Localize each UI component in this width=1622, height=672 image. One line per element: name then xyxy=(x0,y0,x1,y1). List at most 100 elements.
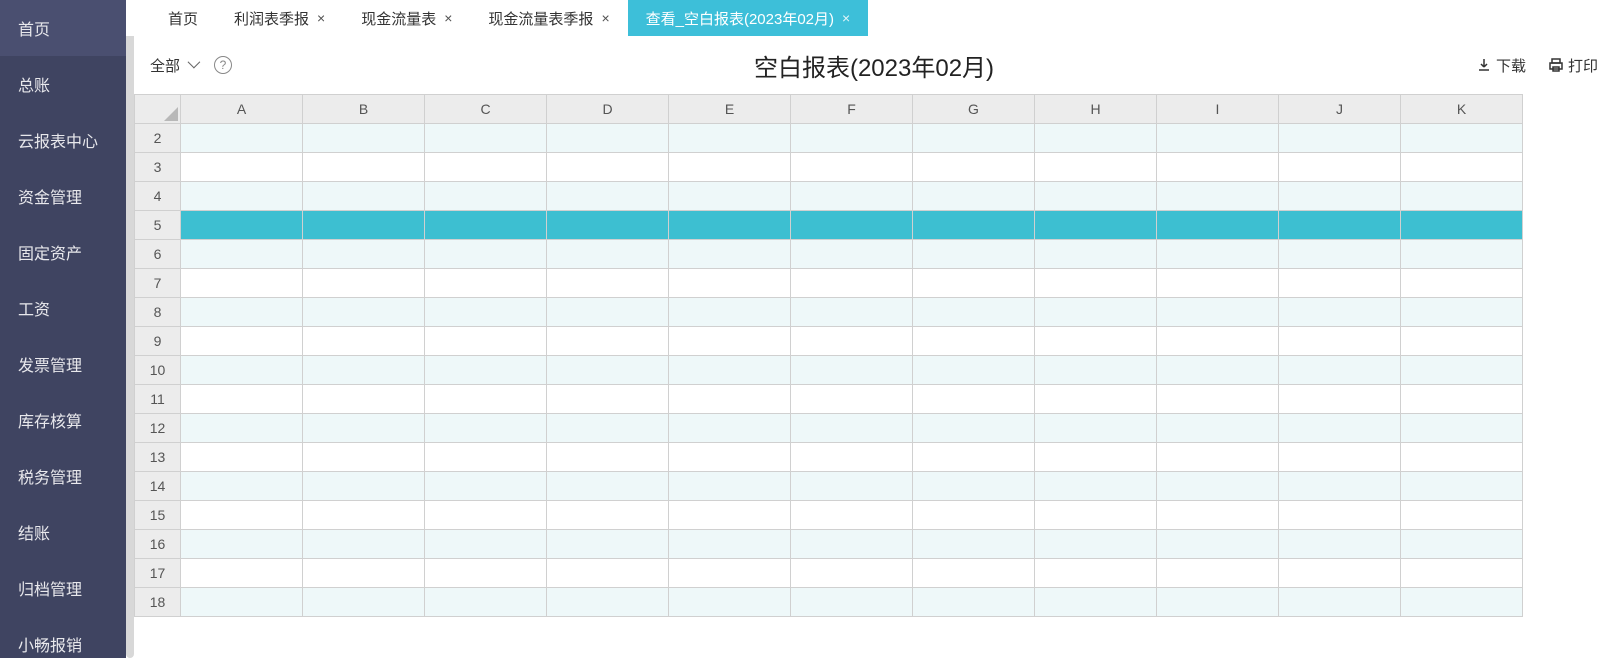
col-header-C[interactable]: C xyxy=(425,95,547,124)
cell-J12[interactable] xyxy=(1279,414,1401,443)
cell-A6[interactable] xyxy=(181,240,303,269)
row-header-13[interactable]: 13 xyxy=(135,443,181,472)
cell-D18[interactable] xyxy=(547,588,669,617)
col-header-J[interactable]: J xyxy=(1279,95,1401,124)
col-header-F[interactable]: F xyxy=(791,95,913,124)
cell-J17[interactable] xyxy=(1279,559,1401,588)
cell-B7[interactable] xyxy=(303,269,425,298)
cell-G4[interactable] xyxy=(913,182,1035,211)
cell-F4[interactable] xyxy=(791,182,913,211)
cell-A15[interactable] xyxy=(181,501,303,530)
cell-H2[interactable] xyxy=(1035,124,1157,153)
cell-K8[interactable] xyxy=(1401,298,1523,327)
cell-K5[interactable] xyxy=(1401,211,1523,240)
cell-B13[interactable] xyxy=(303,443,425,472)
cell-J9[interactable] xyxy=(1279,327,1401,356)
cell-E14[interactable] xyxy=(669,472,791,501)
row-header-9[interactable]: 9 xyxy=(135,327,181,356)
col-header-I[interactable]: I xyxy=(1157,95,1279,124)
cell-B18[interactable] xyxy=(303,588,425,617)
cell-F11[interactable] xyxy=(791,385,913,414)
cell-K15[interactable] xyxy=(1401,501,1523,530)
tab-4[interactable]: 查看_空白报表(2023年02月)× xyxy=(628,0,869,36)
cell-E2[interactable] xyxy=(669,124,791,153)
row-header-16[interactable]: 16 xyxy=(135,530,181,559)
cell-I5[interactable] xyxy=(1157,211,1279,240)
cell-A13[interactable] xyxy=(181,443,303,472)
row-header-7[interactable]: 7 xyxy=(135,269,181,298)
cell-K6[interactable] xyxy=(1401,240,1523,269)
cell-B9[interactable] xyxy=(303,327,425,356)
cell-B3[interactable] xyxy=(303,153,425,182)
cell-B10[interactable] xyxy=(303,356,425,385)
help-icon[interactable]: ? xyxy=(214,56,232,74)
cell-G14[interactable] xyxy=(913,472,1035,501)
tab-3[interactable]: 现金流量表季报× xyxy=(470,0,627,36)
cell-H3[interactable] xyxy=(1035,153,1157,182)
cell-H5[interactable] xyxy=(1035,211,1157,240)
tab-0[interactable]: 首页 xyxy=(150,0,216,36)
cell-D10[interactable] xyxy=(547,356,669,385)
cell-H11[interactable] xyxy=(1035,385,1157,414)
cell-D16[interactable] xyxy=(547,530,669,559)
cell-H7[interactable] xyxy=(1035,269,1157,298)
cell-J10[interactable] xyxy=(1279,356,1401,385)
cell-I9[interactable] xyxy=(1157,327,1279,356)
cell-D9[interactable] xyxy=(547,327,669,356)
row-header-17[interactable]: 17 xyxy=(135,559,181,588)
sidebar-item-8[interactable]: 税务管理 xyxy=(0,448,126,504)
cell-D8[interactable] xyxy=(547,298,669,327)
cell-E13[interactable] xyxy=(669,443,791,472)
cell-G5[interactable] xyxy=(913,211,1035,240)
cell-I2[interactable] xyxy=(1157,124,1279,153)
row-header-5[interactable]: 5 xyxy=(135,211,181,240)
cell-C17[interactable] xyxy=(425,559,547,588)
cell-B15[interactable] xyxy=(303,501,425,530)
cell-I14[interactable] xyxy=(1157,472,1279,501)
cell-J3[interactable] xyxy=(1279,153,1401,182)
cell-J4[interactable] xyxy=(1279,182,1401,211)
row-header-2[interactable]: 2 xyxy=(135,124,181,153)
cell-E11[interactable] xyxy=(669,385,791,414)
cell-J8[interactable] xyxy=(1279,298,1401,327)
cell-A2[interactable] xyxy=(181,124,303,153)
cell-J11[interactable] xyxy=(1279,385,1401,414)
cell-F17[interactable] xyxy=(791,559,913,588)
cell-I16[interactable] xyxy=(1157,530,1279,559)
tab-2[interactable]: 现金流量表× xyxy=(343,0,470,36)
close-icon[interactable]: × xyxy=(317,10,325,26)
cell-A4[interactable] xyxy=(181,182,303,211)
cell-C11[interactable] xyxy=(425,385,547,414)
cell-B12[interactable] xyxy=(303,414,425,443)
cell-E8[interactable] xyxy=(669,298,791,327)
cell-I10[interactable] xyxy=(1157,356,1279,385)
cell-G12[interactable] xyxy=(913,414,1035,443)
cell-K4[interactable] xyxy=(1401,182,1523,211)
cell-A8[interactable] xyxy=(181,298,303,327)
sidebar-item-10[interactable]: 归档管理 xyxy=(0,560,126,616)
cell-I6[interactable] xyxy=(1157,240,1279,269)
cell-K13[interactable] xyxy=(1401,443,1523,472)
cell-A16[interactable] xyxy=(181,530,303,559)
cell-E15[interactable] xyxy=(669,501,791,530)
cell-K10[interactable] xyxy=(1401,356,1523,385)
cell-H13[interactable] xyxy=(1035,443,1157,472)
cell-K7[interactable] xyxy=(1401,269,1523,298)
cell-D5[interactable] xyxy=(547,211,669,240)
cell-A17[interactable] xyxy=(181,559,303,588)
cell-J6[interactable] xyxy=(1279,240,1401,269)
cell-K3[interactable] xyxy=(1401,153,1523,182)
cell-A3[interactable] xyxy=(181,153,303,182)
cell-J13[interactable] xyxy=(1279,443,1401,472)
cell-C16[interactable] xyxy=(425,530,547,559)
cell-E5[interactable] xyxy=(669,211,791,240)
cell-D11[interactable] xyxy=(547,385,669,414)
cell-I4[interactable] xyxy=(1157,182,1279,211)
close-icon[interactable]: × xyxy=(601,10,609,26)
cell-C15[interactable] xyxy=(425,501,547,530)
row-header-15[interactable]: 15 xyxy=(135,501,181,530)
cell-F10[interactable] xyxy=(791,356,913,385)
cell-B16[interactable] xyxy=(303,530,425,559)
cell-B11[interactable] xyxy=(303,385,425,414)
sidebar-item-2[interactable]: 云报表中心 xyxy=(0,112,126,168)
